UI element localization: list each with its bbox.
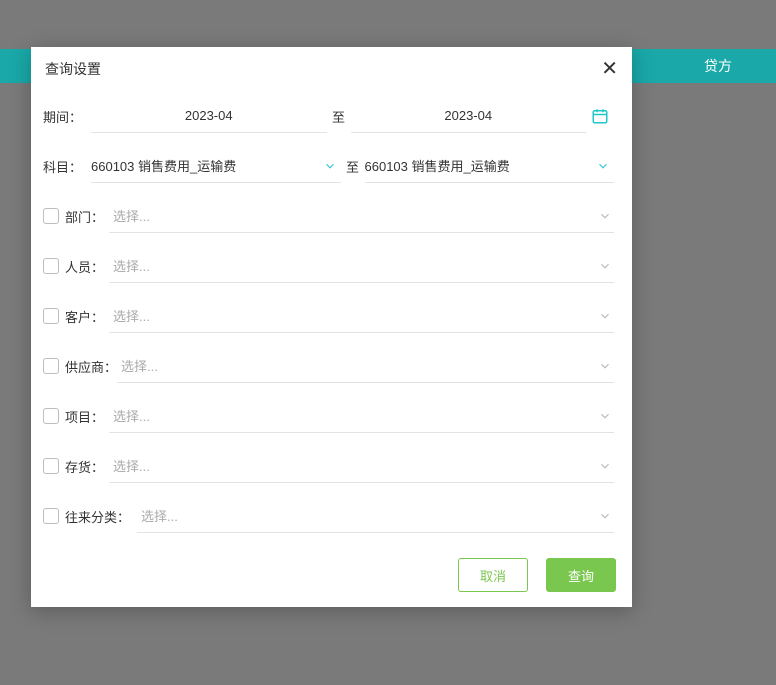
inventory-select[interactable]: 选择... [109,449,614,483]
aux-row-dept: 部门：选择... [43,191,614,241]
inventory-placeholder: 选择... [113,456,150,475]
chevron-down-icon [594,159,612,173]
aux-row-person: 人员：选择... [43,241,614,291]
aux-row-customer: 客户：选择... [43,291,614,341]
chevron-down-icon [596,209,614,223]
customer-select[interactable]: 选择... [109,299,614,333]
supplier-placeholder: 选择... [121,356,158,375]
person-label: 人员： [65,257,109,276]
category-checkbox[interactable] [43,508,59,524]
aux-row-supplier: 供应商：选择... [43,341,614,391]
subject-row: 科目： 660103 销售费用_运输费 至 660103 销售费用_运输费 [43,141,614,191]
period-row: 期间： 至 [43,91,614,141]
dept-placeholder: 选择... [113,206,150,225]
query-settings-modal: 查询设置 ✕ 期间： 至 科目： 660103 销售费用_运输费 [31,47,632,607]
dept-label: 部门： [65,207,109,226]
supplier-label: 供应商： [65,357,117,376]
period-to-input[interactable] [351,99,587,133]
project-select[interactable]: 选择... [109,399,614,433]
subject-to-value: 660103 销售费用_运输费 [365,156,510,175]
project-checkbox[interactable] [43,408,59,424]
dept-select[interactable]: 选择... [109,199,614,233]
customer-checkbox[interactable] [43,308,59,324]
chevron-down-icon [596,509,614,523]
calendar-icon[interactable] [586,107,614,125]
chevron-down-icon [596,459,614,473]
modal-footer: 取消 查询 [31,543,632,607]
category-placeholder: 选择... [141,506,178,525]
customer-label: 客户： [65,307,109,326]
category-select[interactable]: 选择... [137,499,614,533]
aux-row-project: 项目：选择... [43,391,614,441]
person-checkbox[interactable] [43,258,59,274]
supplier-checkbox[interactable] [43,358,59,374]
project-placeholder: 选择... [113,406,150,425]
period-to-label: 至 [327,107,351,126]
aux-row-category: 往来分类：选择... [43,491,614,541]
modal-header: 查询设置 ✕ [31,47,632,91]
query-button[interactable]: 查询 [546,558,616,592]
subject-to-label: 至 [341,157,365,176]
chevron-down-icon [321,159,339,173]
person-placeholder: 选择... [113,256,150,275]
chevron-down-icon [596,309,614,323]
customer-placeholder: 选择... [113,306,150,325]
credit-column-header: 贷方 [680,49,756,83]
subject-to-select[interactable]: 660103 销售费用_运输费 [365,149,615,183]
project-label: 项目： [65,407,109,426]
subject-from-value: 660103 销售费用_运输费 [91,156,236,175]
person-select[interactable]: 选择... [109,249,614,283]
chevron-down-icon [596,259,614,273]
chevron-down-icon [596,359,614,373]
modal-title: 查询设置 [45,59,101,79]
modal-body: 期间： 至 科目： 660103 销售费用_运输费 至 [31,91,632,543]
close-icon[interactable]: ✕ [601,59,618,79]
dept-checkbox[interactable] [43,208,59,224]
category-label: 往来分类： [65,507,137,526]
period-label: 期间： [43,107,91,126]
chevron-down-icon [596,409,614,423]
cancel-button[interactable]: 取消 [458,558,528,592]
period-from-input[interactable] [91,99,327,133]
subject-from-select[interactable]: 660103 销售费用_运输费 [91,149,341,183]
supplier-select[interactable]: 选择... [117,349,614,383]
inventory-label: 存货： [65,457,109,476]
subject-label: 科目： [43,157,91,176]
aux-row-inventory: 存货：选择... [43,441,614,491]
inventory-checkbox[interactable] [43,458,59,474]
